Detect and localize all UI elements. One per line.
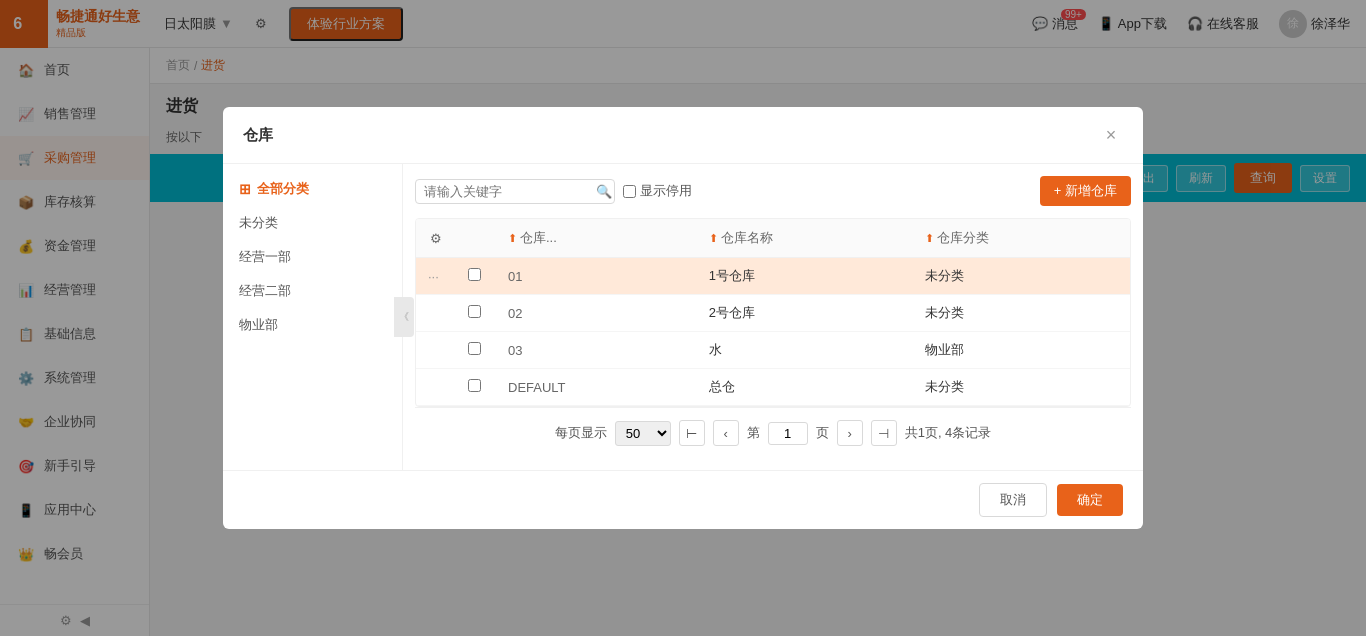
row-name-3: 水 <box>697 332 914 369</box>
modal-toolbar: 🔍 显示停用 + 新增仓库 <box>415 176 1131 206</box>
category-none-label: 未分类 <box>239 214 278 232</box>
show-disabled-label: 显示停用 <box>623 182 692 200</box>
modal-body: ⊞ 全部分类 未分类 经营一部 经营二部 物业部 《 <box>223 164 1143 470</box>
table-row[interactable]: DEFAULT 总仓 未分类 <box>416 369 1130 406</box>
row-cat-3: 物业部 <box>913 332 1130 369</box>
total-info: 共1页, 4条记录 <box>905 424 992 442</box>
warehouse-table-wrapper: ⚙ ⬆仓库... ⬆仓库名称 ⬆仓库分类 ··· 01 <box>415 218 1131 407</box>
category-op2-label: 经营二部 <box>239 282 291 300</box>
row-cat-1: 未分类 <box>913 258 1130 295</box>
prev-page-button[interactable]: ‹ <box>713 420 739 446</box>
show-disabled-checkbox[interactable] <box>623 185 636 198</box>
search-input[interactable] <box>424 184 592 199</box>
th-code: ⬆仓库... <box>496 219 697 258</box>
row-dots[interactable]: ··· <box>428 269 439 284</box>
category-property-label: 物业部 <box>239 316 278 334</box>
row-action <box>416 369 456 406</box>
category-all-label: 全部分类 <box>257 180 309 198</box>
row-name-2: 2号仓库 <box>697 295 914 332</box>
modal-main-area: 🔍 显示停用 + 新增仓库 ⚙ <box>403 164 1143 470</box>
show-disabled-text: 显示停用 <box>640 182 692 200</box>
new-warehouse-button[interactable]: + 新增仓库 <box>1040 176 1131 206</box>
page-unit: 页 <box>816 424 829 442</box>
category-op2[interactable]: 经营二部 <box>223 274 402 308</box>
modal-title: 仓库 <box>243 126 273 145</box>
row-cat-2: 未分类 <box>913 295 1130 332</box>
category-op1[interactable]: 经营一部 <box>223 240 402 274</box>
row-num-3: 03 <box>496 332 697 369</box>
row-action <box>416 295 456 332</box>
row-name-4: 总仓 <box>697 369 914 406</box>
modal-category-sidebar: ⊞ 全部分类 未分类 经营一部 经营二部 物业部 《 <box>223 164 403 470</box>
th-check <box>456 219 496 258</box>
row-action: ··· <box>416 258 456 295</box>
search-box: 🔍 <box>415 179 615 204</box>
modal-footer: 取消 确定 <box>223 470 1143 529</box>
next-page-button[interactable]: › <box>837 420 863 446</box>
warehouse-table: ⚙ ⬆仓库... ⬆仓库名称 ⬆仓库分类 ··· 01 <box>416 219 1130 406</box>
category-none[interactable]: 未分类 <box>223 206 402 240</box>
row-num-4: DEFAULT <box>496 369 697 406</box>
page-number-input[interactable] <box>768 422 808 445</box>
modal-close-button[interactable]: × <box>1099 123 1123 147</box>
category-op1-label: 经营一部 <box>239 248 291 266</box>
row-checkbox-2[interactable] <box>468 305 481 318</box>
row-check-cell <box>456 369 496 406</box>
warehouse-modal: 仓库 × ⊞ 全部分类 未分类 经营一部 经营二部 <box>223 107 1143 529</box>
th-category: ⬆仓库分类 <box>913 219 1130 258</box>
table-header-row: ⚙ ⬆仓库... ⬆仓库名称 ⬆仓库分类 <box>416 219 1130 258</box>
sort-code-icon: ⬆ <box>508 232 517 244</box>
row-num-2: 02 <box>496 295 697 332</box>
row-checkbox-3[interactable] <box>468 342 481 355</box>
modal-overlay: 仓库 × ⊞ 全部分类 未分类 经营一部 经营二部 <box>0 0 1366 636</box>
page-label: 第 <box>747 424 760 442</box>
row-check-cell <box>456 295 496 332</box>
th-gear: ⚙ <box>416 219 456 258</box>
category-grid-icon: ⊞ <box>239 181 251 197</box>
table-row[interactable]: 03 水 物业部 <box>416 332 1130 369</box>
row-action <box>416 332 456 369</box>
per-page-select[interactable]: 50 10 20 100 <box>615 421 671 446</box>
search-icon[interactable]: 🔍 <box>596 184 612 199</box>
collapse-icon: 《 <box>399 310 409 324</box>
th-name: ⬆仓库名称 <box>697 219 914 258</box>
sort-cat-icon: ⬆ <box>925 232 934 244</box>
table-row[interactable]: 02 2号仓库 未分类 <box>416 295 1130 332</box>
category-property[interactable]: 物业部 <box>223 308 402 342</box>
sidebar-collapse-button[interactable]: 《 <box>394 297 414 337</box>
first-page-button[interactable]: ⊢ <box>679 420 705 446</box>
row-checkbox-4[interactable] <box>468 379 481 392</box>
category-all[interactable]: ⊞ 全部分类 <box>223 172 402 206</box>
table-row[interactable]: ··· 01 1号仓库 未分类 <box>416 258 1130 295</box>
row-check-cell <box>456 332 496 369</box>
last-page-button[interactable]: ⊣ <box>871 420 897 446</box>
cancel-button[interactable]: 取消 <box>979 483 1047 517</box>
confirm-button[interactable]: 确定 <box>1057 484 1123 516</box>
row-check-cell <box>456 258 496 295</box>
row-checkbox-1[interactable] <box>468 268 481 281</box>
pagination: 每页显示 50 10 20 100 ⊢ ‹ 第 页 › ⊣ 共1页, 4条记录 <box>415 407 1131 458</box>
sort-name-icon: ⬆ <box>709 232 718 244</box>
row-num-1: 01 <box>496 258 697 295</box>
modal-header: 仓库 × <box>223 107 1143 164</box>
row-cat-4: 未分类 <box>913 369 1130 406</box>
row-name-1: 1号仓库 <box>697 258 914 295</box>
per-page-label: 每页显示 <box>555 424 607 442</box>
